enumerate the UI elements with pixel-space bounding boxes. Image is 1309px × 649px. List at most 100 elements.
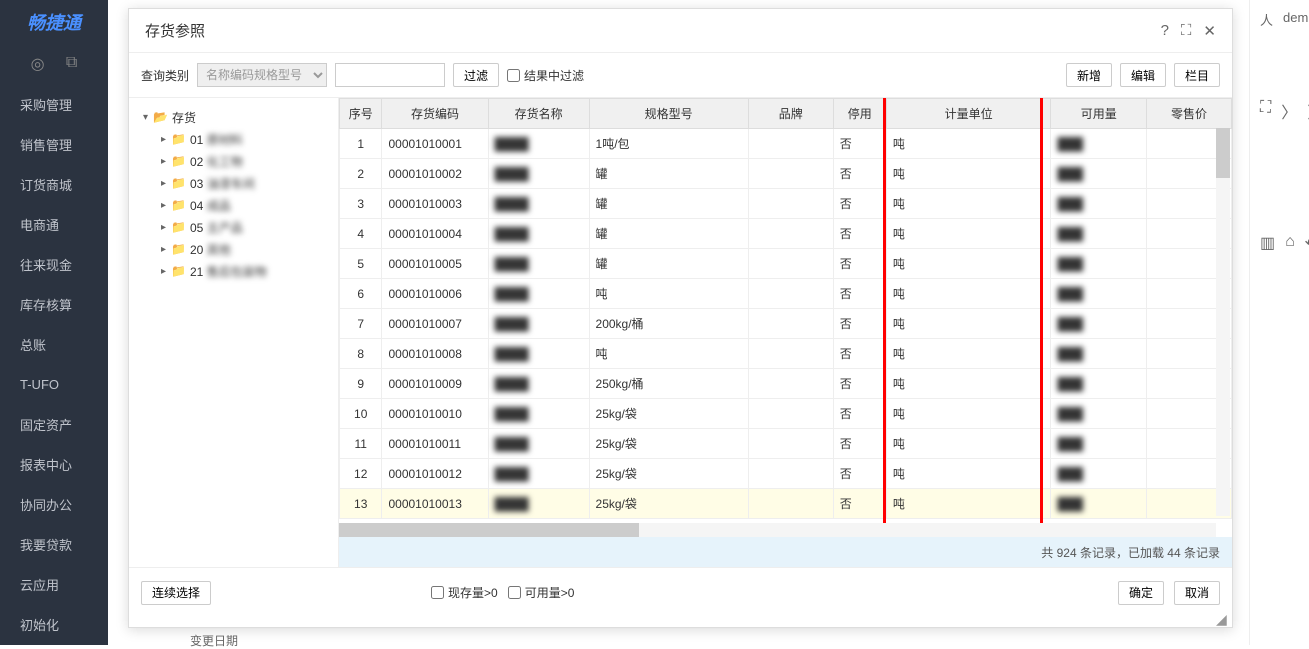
add-button[interactable]: 新增: [1066, 63, 1112, 87]
cell-code: 00001010003: [382, 189, 488, 219]
help-icon[interactable]: ?: [1161, 22, 1169, 40]
expand-arrow-icon[interactable]: ▸: [161, 134, 171, 145]
collapse-arrow-icon[interactable]: ▾: [143, 112, 153, 123]
collapse-icon[interactable]: 〉: [1281, 99, 1297, 123]
search-category-select[interactable]: 名称编码规格型号: [197, 63, 327, 87]
tree-root[interactable]: ▾ 📂 存货: [133, 106, 334, 128]
sidebar-item-11[interactable]: 我要贷款: [0, 524, 108, 564]
col-header-unit[interactable]: 计量单位: [886, 99, 1051, 129]
sidebar-item-6[interactable]: 总账: [0, 324, 108, 364]
target-icon[interactable]: ◎: [31, 54, 45, 74]
back-icon[interactable]: ↶: [1305, 233, 1309, 253]
onhand-gt0-input[interactable]: [431, 586, 444, 599]
col-header-brand[interactable]: 品牌: [748, 99, 833, 129]
col-header-avail[interactable]: 可用量: [1051, 99, 1147, 129]
table-row[interactable]: 800001010008████吨否吨███: [340, 339, 1232, 369]
table-header-row: 序号 存货编码 存货名称 规格型号 品牌 停用 计量单位 可用量 零售价: [340, 99, 1232, 129]
sidebar-item-5[interactable]: 库存核算: [0, 284, 108, 324]
expand-arrow-icon[interactable]: ▸: [161, 266, 171, 277]
cell-disable: 否: [833, 399, 886, 429]
inventory-table[interactable]: 序号 存货编码 存货名称 规格型号 品牌 停用 计量单位 可用量 零售价 100…: [339, 98, 1232, 519]
add-tab-icon[interactable]: ⧉: [66, 54, 77, 74]
sidebar-item-1[interactable]: 销售管理: [0, 124, 108, 164]
chart-icon[interactable]: ▥: [1260, 233, 1275, 253]
tree-node-1[interactable]: ▸📁02 化工物: [133, 150, 334, 172]
table-row[interactable]: 1300001010013████25kg/袋否吨███: [340, 489, 1232, 519]
filter-in-results-checkbox[interactable]: 结果中过滤: [507, 67, 584, 84]
tree-node-2[interactable]: ▸📁03 油漆车间: [133, 172, 334, 194]
user-icon[interactable]: 人: [1260, 10, 1273, 29]
onhand-gt0-checkbox[interactable]: 现存量>0: [431, 584, 498, 601]
sidebar-item-3[interactable]: 电商通: [0, 204, 108, 244]
sidebar-item-13[interactable]: 初始化: [0, 604, 108, 644]
tree-node-6[interactable]: ▸📁21 售后包装物: [133, 260, 334, 282]
expand-arrow-icon[interactable]: ▸: [161, 156, 171, 167]
table-row[interactable]: 500001010005████罐否吨███: [340, 249, 1232, 279]
cell-unit: 吨: [886, 399, 1051, 429]
tree-node-label: 05 主产品: [190, 219, 243, 236]
available-gt0-input[interactable]: [508, 586, 521, 599]
expand-arrow-icon[interactable]: ▸: [161, 244, 171, 255]
close-icon[interactable]: ✕: [1203, 22, 1216, 40]
expand-arrow-icon[interactable]: ▸: [161, 200, 171, 211]
table-row[interactable]: 100001010001████1吨/包否吨███: [340, 129, 1232, 159]
cell-unit: 吨: [886, 489, 1051, 519]
tree-node-0[interactable]: ▸📁01 原材料: [133, 128, 334, 150]
cell-disable: 否: [833, 429, 886, 459]
table-row[interactable]: 900001010009████250kg/桶否吨███: [340, 369, 1232, 399]
cancel-button[interactable]: 取消: [1174, 581, 1220, 605]
sidebar-item-9[interactable]: 报表中心: [0, 444, 108, 484]
search-input[interactable]: [335, 63, 445, 87]
tree-node-3[interactable]: ▸📁04 成品: [133, 194, 334, 216]
table-row[interactable]: 600001010006████吨否吨███: [340, 279, 1232, 309]
sidebar-item-0[interactable]: 采购管理: [0, 84, 108, 124]
continuous-select-button[interactable]: 连续选择: [141, 581, 211, 605]
filter-button[interactable]: 过滤: [453, 63, 499, 87]
sidebar-item-2[interactable]: 订货商城: [0, 164, 108, 204]
col-header-price[interactable]: 零售价: [1147, 99, 1232, 129]
confirm-button[interactable]: 确定: [1118, 581, 1164, 605]
edit-button[interactable]: 编辑: [1120, 63, 1166, 87]
resize-handle[interactable]: ◢: [1216, 611, 1230, 625]
table-row[interactable]: 1200001010012████25kg/袋否吨███: [340, 459, 1232, 489]
vertical-scroll-thumb[interactable]: [1216, 128, 1230, 178]
col-header-code[interactable]: 存货编码: [382, 99, 488, 129]
col-header-name[interactable]: 存货名称: [488, 99, 589, 129]
folder-icon: 📁: [171, 176, 187, 190]
cell-seq: 10: [340, 399, 382, 429]
dialog-title: 存货参照: [145, 20, 205, 41]
expand-icon[interactable]: ⛶: [1260, 99, 1271, 123]
expand-arrow-icon[interactable]: ▸: [161, 178, 171, 189]
col-header-disable[interactable]: 停用: [833, 99, 886, 129]
sidebar-item-8[interactable]: 固定资产: [0, 404, 108, 444]
maximize-icon[interactable]: ⛶: [1181, 22, 1192, 40]
cell-spec: 25kg/袋: [589, 399, 748, 429]
available-gt0-checkbox[interactable]: 可用量>0: [508, 584, 575, 601]
cell-code: 00001010007: [382, 309, 488, 339]
sidebar-item-10[interactable]: 协同办公: [0, 484, 108, 524]
sidebar-item-7[interactable]: T-UFO: [0, 364, 108, 404]
col-header-seq[interactable]: 序号: [340, 99, 382, 129]
category-tree[interactable]: ▾ 📂 存货 ▸📁01 原材料▸📁02 化工物▸📁03 油漆车间▸📁04 成品▸…: [129, 98, 339, 567]
sidebar-item-4[interactable]: 往来现金: [0, 244, 108, 284]
home-icon[interactable]: ⌂: [1285, 233, 1295, 253]
col-header-spec[interactable]: 规格型号: [589, 99, 748, 129]
table-row[interactable]: 300001010003████罐否吨███: [340, 189, 1232, 219]
cell-unit: 吨: [886, 219, 1051, 249]
tree-node-5[interactable]: ▸📁20 其他: [133, 238, 334, 260]
cell-spec: 25kg/袋: [589, 459, 748, 489]
columns-button[interactable]: 栏目: [1174, 63, 1220, 87]
expand-arrow-icon[interactable]: ▸: [161, 222, 171, 233]
table-row[interactable]: 700001010007████200kg/桶否吨███: [340, 309, 1232, 339]
horizontal-scroll-thumb[interactable]: [339, 523, 639, 537]
horizontal-scrollbar[interactable]: [339, 523, 1216, 537]
table-row[interactable]: 1000001010010████25kg/袋否吨███: [340, 399, 1232, 429]
vertical-scrollbar[interactable]: [1216, 128, 1230, 516]
sidebar-item-12[interactable]: 云应用: [0, 564, 108, 604]
table-row[interactable]: 400001010004████罐否吨███: [340, 219, 1232, 249]
filter-in-results-input[interactable]: [507, 69, 520, 82]
cell-brand: [748, 369, 833, 399]
table-row[interactable]: 1100001010011████25kg/袋否吨███: [340, 429, 1232, 459]
tree-node-4[interactable]: ▸📁05 主产品: [133, 216, 334, 238]
table-row[interactable]: 200001010002████罐否吨███: [340, 159, 1232, 189]
